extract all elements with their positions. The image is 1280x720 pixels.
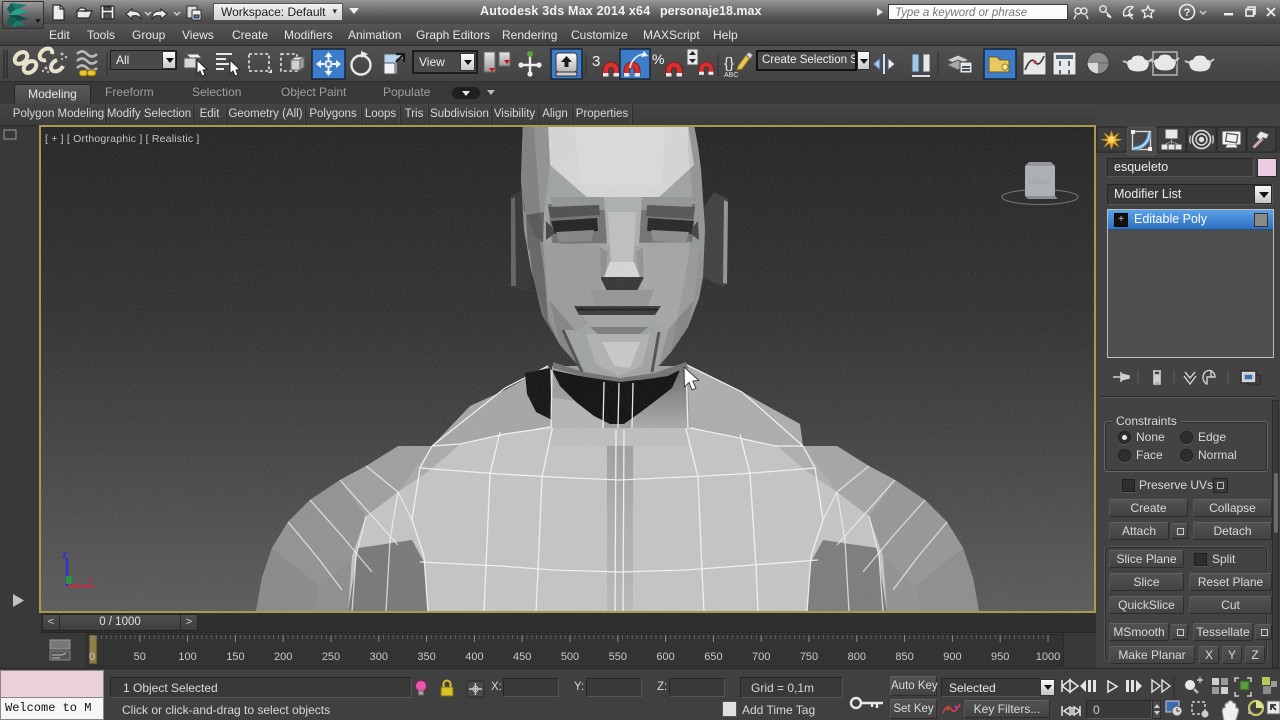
svg-text:0: 0 xyxy=(89,651,95,663)
svg-text:?: ? xyxy=(1184,7,1191,19)
svg-text:1000: 1000 xyxy=(1036,651,1060,663)
svg-text:200: 200 xyxy=(274,651,292,663)
svg-text:450: 450 xyxy=(513,651,531,663)
svg-text:400: 400 xyxy=(465,651,483,663)
svg-text:700: 700 xyxy=(752,651,770,663)
svg-text:800: 800 xyxy=(848,651,866,663)
svg-text:550: 550 xyxy=(609,651,627,663)
svg-text:%: % xyxy=(652,51,664,67)
svg-text:900: 900 xyxy=(943,651,961,663)
svg-text:{}: {} xyxy=(724,55,734,72)
svg-text:3: 3 xyxy=(592,53,600,70)
svg-text:650: 650 xyxy=(704,651,722,663)
svg-text:600: 600 xyxy=(656,651,674,663)
svg-text:150: 150 xyxy=(226,651,244,663)
svg-text:100: 100 xyxy=(178,651,196,663)
svg-text:750: 750 xyxy=(800,651,818,663)
svg-text:50: 50 xyxy=(134,651,146,663)
svg-text:500: 500 xyxy=(561,651,579,663)
svg-text:300: 300 xyxy=(370,651,388,663)
svg-text:850: 850 xyxy=(895,651,913,663)
svg-text:350: 350 xyxy=(417,651,435,663)
svg-text:950: 950 xyxy=(991,651,1009,663)
svg-text:ABC: ABC xyxy=(724,72,738,79)
svg-text:250: 250 xyxy=(322,651,340,663)
